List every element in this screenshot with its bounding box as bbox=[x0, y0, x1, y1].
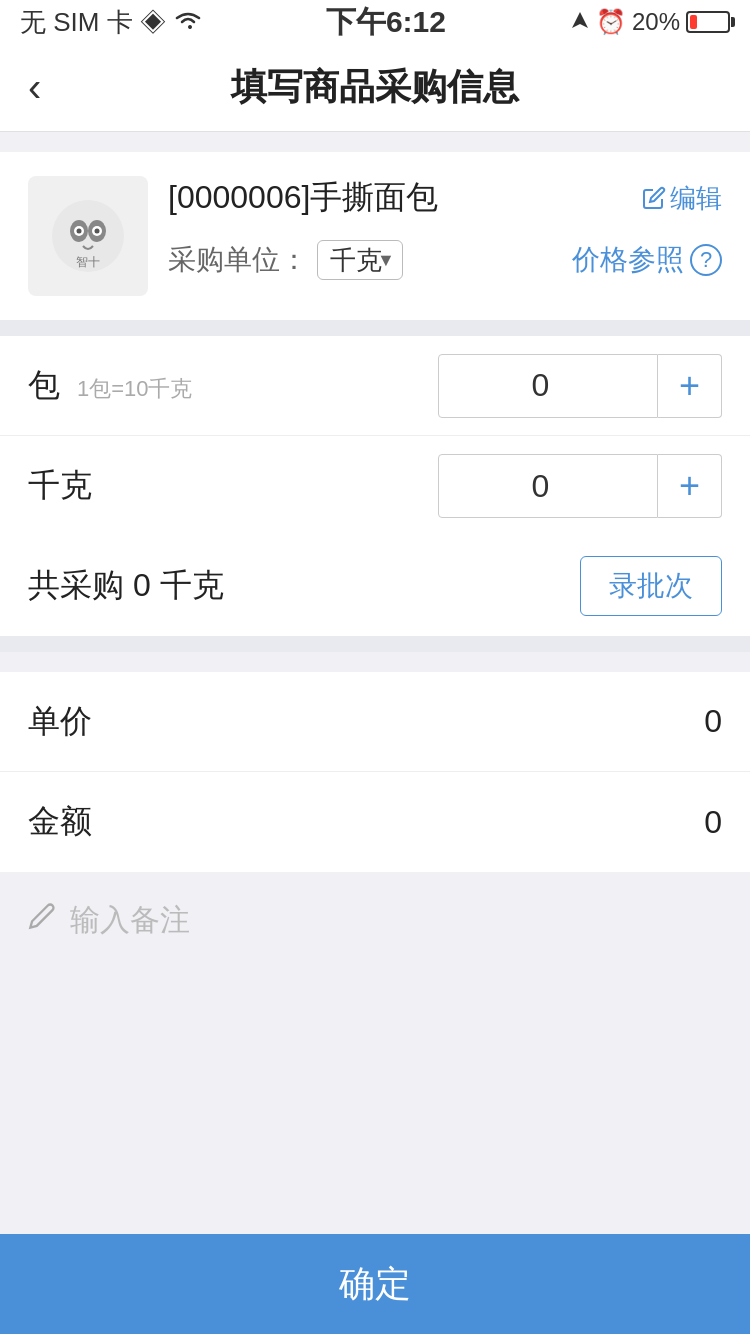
kg-label: 千克 bbox=[28, 464, 228, 508]
price-section: 单价 0 金额 0 bbox=[0, 672, 750, 872]
confirm-label: 确定 bbox=[339, 1260, 411, 1309]
input-section: 包 1包=10千克 + 千克 + bbox=[0, 336, 750, 536]
unit-label: 采购单位： bbox=[168, 244, 308, 275]
unit-label-wrap: 采购单位： 千克 bbox=[168, 240, 403, 280]
unit-price-label: 单价 bbox=[28, 700, 92, 744]
sim-indicator: 无 SIM 卡 ◈ bbox=[20, 5, 166, 40]
kg-plus-button[interactable]: + bbox=[658, 454, 722, 518]
nav-bar: ‹ 填写商品采购信息 bbox=[0, 44, 750, 132]
status-left: 无 SIM 卡 ◈ bbox=[20, 5, 202, 40]
status-bar: 无 SIM 卡 ◈ 下午6:12 ⏰ 20% bbox=[0, 0, 750, 44]
kg-quantity-input[interactable] bbox=[438, 454, 658, 518]
unit-price-value: 0 bbox=[704, 703, 722, 740]
bag-input-wrap: + bbox=[228, 354, 722, 418]
remark-placeholder: 输入备注 bbox=[70, 900, 190, 941]
summary-text: 共采购 0 千克 bbox=[28, 564, 224, 608]
price-ref-label: 价格参照 bbox=[572, 241, 684, 279]
wifi-icon bbox=[174, 7, 202, 38]
price-ref-help-icon: ? bbox=[690, 244, 722, 276]
summary-row: 共采购 0 千克 录批次 bbox=[0, 536, 750, 636]
status-right: ⏰ 20% bbox=[570, 8, 730, 36]
kg-input-row: 千克 + bbox=[0, 436, 750, 536]
edit-label: 编辑 bbox=[670, 181, 722, 216]
confirm-button[interactable]: 确定 bbox=[0, 1234, 750, 1334]
battery-percent: 20% bbox=[632, 8, 680, 36]
divider-band-2 bbox=[0, 636, 750, 652]
product-name-row: [0000006]手撕面包 编辑 bbox=[168, 176, 722, 220]
product-image: 智十 bbox=[28, 176, 148, 296]
product-logo: 智十 bbox=[48, 196, 128, 276]
amount-label: 金额 bbox=[28, 800, 92, 844]
amount-value: 0 bbox=[704, 804, 722, 841]
bag-sub: 1包=10千克 bbox=[77, 376, 193, 401]
svg-text:智十: 智十 bbox=[76, 255, 100, 269]
batch-button[interactable]: 录批次 bbox=[580, 556, 722, 616]
location-icon bbox=[570, 8, 590, 36]
unit-select-wrap[interactable]: 千克 bbox=[317, 240, 403, 280]
unit-price-row: 单价 0 bbox=[0, 672, 750, 772]
bag-plus-button[interactable]: + bbox=[658, 354, 722, 418]
bag-quantity-input[interactable] bbox=[438, 354, 658, 418]
pencil-icon bbox=[28, 902, 56, 937]
battery-icon bbox=[686, 11, 730, 33]
back-button[interactable]: ‹ bbox=[28, 65, 41, 110]
svg-point-6 bbox=[95, 229, 100, 234]
divider-band-1 bbox=[0, 320, 750, 336]
product-card: 智十 [0000006]手撕面包 编辑 采购单位： 千克 bbox=[0, 152, 750, 320]
unit-select[interactable]: 千克 bbox=[317, 240, 403, 280]
amount-row: 金额 0 bbox=[0, 772, 750, 872]
product-info: [0000006]手撕面包 编辑 采购单位： 千克 价格参照 bbox=[168, 176, 722, 280]
bag-label: 包 1包=10千克 bbox=[28, 364, 228, 408]
remark-area[interactable]: 输入备注 bbox=[0, 872, 750, 992]
product-full-name: [0000006]手撕面包 bbox=[168, 176, 438, 220]
edit-button[interactable]: 编辑 bbox=[642, 181, 722, 216]
price-ref-button[interactable]: 价格参照 ? bbox=[572, 241, 722, 279]
unit-row: 采购单位： 千克 价格参照 ? bbox=[168, 240, 722, 280]
alarm-icon: ⏰ bbox=[596, 8, 626, 36]
bag-input-row: 包 1包=10千克 + bbox=[0, 336, 750, 436]
status-time: 下午6:12 bbox=[326, 2, 446, 43]
page-title: 填写商品采购信息 bbox=[231, 63, 519, 112]
kg-input-wrap: + bbox=[228, 454, 722, 518]
svg-point-5 bbox=[77, 229, 82, 234]
